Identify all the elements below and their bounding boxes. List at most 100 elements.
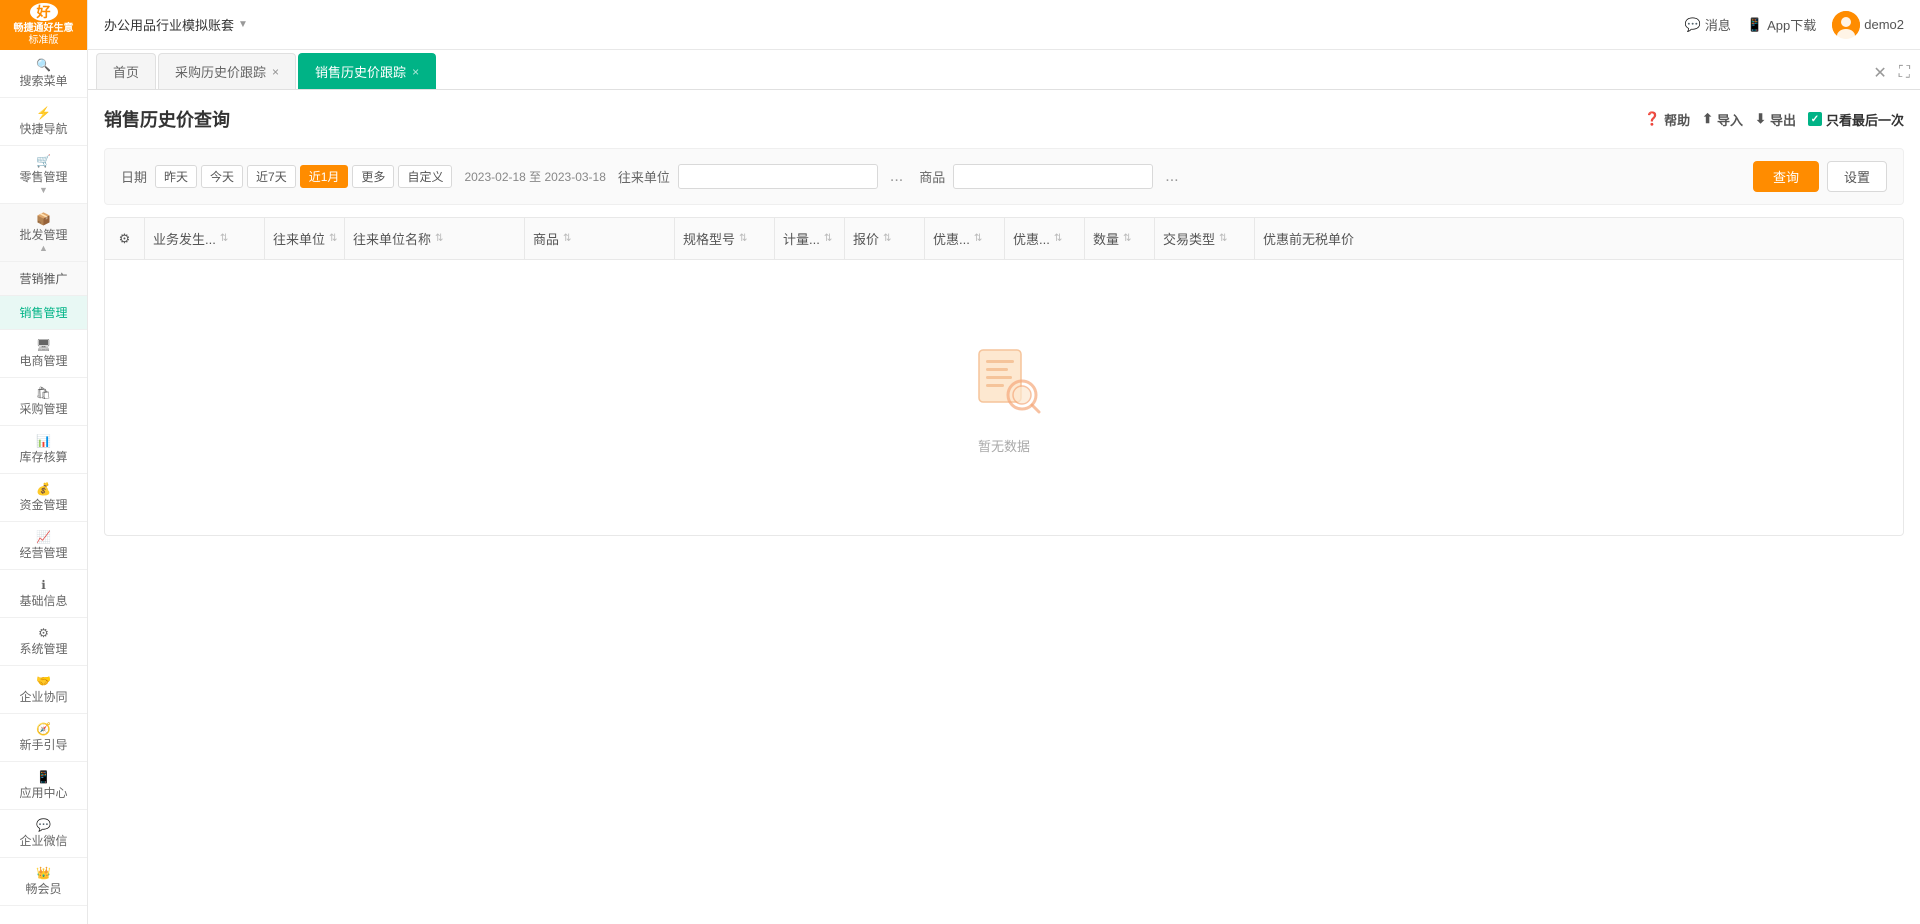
user-menu[interactable]: demo2: [1832, 11, 1904, 39]
messages-label: 消息: [1705, 15, 1731, 34]
sidebar-item-label: 批发管理: [19, 226, 67, 243]
tab-bar: 首页 采购历史价跟踪 × 销售历史价跟踪 × ✕ ⛶: [88, 50, 1920, 90]
sidebar-item-purchase[interactable]: 🛍 采购管理: [0, 378, 87, 426]
filter-bar: 日期 昨天 今天 近7天 近1月 更多 自定义 2023-02-18 至 202…: [104, 148, 1904, 205]
sort-icon: ⇅: [739, 233, 747, 244]
finance-icon: 💰: [36, 482, 51, 496]
sidebar-item-inventory[interactable]: 📊 库存核算: [0, 426, 87, 474]
download-icon: 📱: [1747, 17, 1763, 33]
tab-purchase-label: 采购历史价跟踪: [175, 62, 266, 81]
date-btn-custom[interactable]: 自定义: [398, 165, 452, 188]
help-button[interactable]: ❓ 帮助: [1644, 110, 1690, 129]
sidebar-item-guide[interactable]: 🧭 新手引导: [0, 714, 87, 762]
th-spec[interactable]: 规格型号 ⇅: [675, 218, 775, 259]
maximize-button[interactable]: ⛶: [1897, 62, 1912, 84]
th-calc[interactable]: 计量... ⇅: [775, 218, 845, 259]
th-price[interactable]: 报价 ⇅: [845, 218, 925, 259]
th-notax[interactable]: 优惠前无税单价: [1255, 218, 1903, 259]
app-download-label: App下载: [1767, 15, 1816, 34]
workspace-selector[interactable]: 办公用品行业模拟账套 ▼: [104, 15, 248, 34]
basic-icon: ℹ: [41, 578, 46, 592]
import-label: 导入: [1717, 110, 1743, 129]
sidebar-item-finance[interactable]: 💰 资金管理: [0, 474, 87, 522]
sidebar-item-operation[interactable]: 📈 经营管理: [0, 522, 87, 570]
sidebar-item-wholesale[interactable]: 📦 批发管理 ▲: [0, 204, 87, 262]
top-header: 办公用品行业模拟账套 ▼ 💬 消息 📱 App下载: [88, 0, 1920, 50]
page-title-actions: ❓ 帮助 ⬆ 导入 ⬇ 导出 ✓ 只看最后一次: [1644, 110, 1904, 129]
th-qty-label: 数量: [1093, 229, 1119, 248]
sidebar-item-ecommerce[interactable]: 🖥 电商管理: [0, 330, 87, 378]
sidebar-item-quick-nav[interactable]: ⚡ 快捷导航: [0, 98, 87, 146]
date-btn-last7days[interactable]: 近7天: [247, 165, 296, 188]
app-download-button[interactable]: 📱 App下载: [1747, 15, 1816, 34]
sort-icon: ⇅: [974, 233, 982, 244]
th-discount1[interactable]: 优惠... ⇅: [925, 218, 1005, 259]
th-unit[interactable]: 往来单位 ⇅: [265, 218, 345, 259]
date-btn-last1month[interactable]: 近1月: [300, 165, 349, 188]
sidebar-item-member[interactable]: 👑 畅会员: [0, 858, 87, 906]
enterprise-icon: 🤝: [36, 674, 51, 688]
sidebar-item-enterprise[interactable]: 🤝 企业协同: [0, 666, 87, 714]
close-tab-button[interactable]: ✕: [1871, 61, 1888, 85]
guide-icon: 🧭: [36, 722, 51, 736]
only-last-checkbox[interactable]: ✓ 只看最后一次: [1808, 110, 1904, 129]
tab-home-label: 首页: [113, 62, 139, 81]
sort-icon: ⇅: [824, 233, 832, 244]
data-table: ⚙ 业务发生... ⇅ 往来单位 ⇅ 往来单位名称 ⇅: [104, 217, 1904, 536]
tab-sales-history[interactable]: 销售历史价跟踪 ×: [298, 53, 436, 89]
goods-input[interactable]: [953, 164, 1153, 189]
sidebar-item-label: 新手引导: [19, 736, 67, 753]
th-qty[interactable]: 数量 ⇅: [1085, 218, 1155, 259]
import-button[interactable]: ⬆ 导入: [1702, 110, 1743, 129]
th-date[interactable]: 业务发生... ⇅: [145, 218, 265, 259]
chevron-up-icon: ▲: [39, 243, 48, 253]
th-unit-name[interactable]: 往来单位名称 ⇅: [345, 218, 525, 259]
tab-purchase-close-button[interactable]: ×: [272, 65, 279, 79]
sidebar-item-retail[interactable]: 🛒 零售管理 ▼: [0, 146, 87, 204]
partner-filter-group: 往来单位 ...: [618, 164, 907, 189]
search-icon: 🔍: [36, 58, 51, 72]
th-goods[interactable]: 商品 ⇅: [525, 218, 675, 259]
sidebar-item-app-center[interactable]: 📱 应用中心: [0, 762, 87, 810]
sidebar-item-sales-mgmt[interactable]: 销售管理: [0, 296, 87, 330]
tab-purchase-history[interactable]: 采购历史价跟踪 ×: [158, 53, 296, 89]
partner-dots[interactable]: ...: [886, 168, 907, 186]
th-settings[interactable]: ⚙: [105, 218, 145, 259]
query-button[interactable]: 查询: [1753, 161, 1819, 192]
member-icon: 👑: [36, 866, 51, 880]
tab-bar-left: 首页 采购历史价跟踪 × 销售历史价跟踪 ×: [96, 53, 436, 89]
tab-sales-label: 销售历史价跟踪: [315, 62, 406, 81]
sidebar-item-label: 电商管理: [19, 352, 67, 369]
date-btn-more[interactable]: 更多: [352, 165, 394, 188]
tab-sales-close-button[interactable]: ×: [412, 65, 419, 79]
sidebar-item-basic[interactable]: ℹ 基础信息: [0, 570, 87, 618]
partner-input[interactable]: [678, 164, 878, 189]
th-discount2[interactable]: 优惠... ⇅: [1005, 218, 1085, 259]
settings-button[interactable]: 设置: [1827, 161, 1887, 192]
tab-home[interactable]: 首页: [96, 53, 156, 89]
wechat-icon: 💬: [36, 818, 51, 832]
message-icon: 💬: [1685, 17, 1701, 33]
date-btn-today[interactable]: 今天: [201, 165, 243, 188]
sidebar: 好 畅捷通好生意标准版 🔍 搜索菜单 ⚡ 快捷导航 🛒 零售管理 ▼ 📦 批发管…: [0, 0, 88, 924]
main-area: 办公用品行业模拟账套 ▼ 💬 消息 📱 App下载: [88, 0, 1920, 924]
quick-nav-icon: ⚡: [36, 106, 51, 120]
page-title-bar: 销售历史价查询 ❓ 帮助 ⬆ 导入 ⬇ 导出 ✓: [104, 106, 1904, 132]
th-trade[interactable]: 交易类型 ⇅: [1155, 218, 1255, 259]
page-content: 销售历史价查询 ❓ 帮助 ⬆ 导入 ⬇ 导出 ✓: [88, 90, 1920, 924]
goods-filter-group: 商品 ...: [919, 164, 1182, 189]
goods-dots[interactable]: ...: [1161, 168, 1182, 186]
th-trade-label: 交易类型: [1163, 229, 1215, 248]
sidebar-item-label: 搜索菜单: [19, 72, 67, 89]
date-btn-yesterday[interactable]: 昨天: [155, 165, 197, 188]
sidebar-item-label: 经营管理: [19, 544, 67, 561]
settings-icon: ⚙: [119, 231, 131, 247]
export-button[interactable]: ⬇ 导出: [1755, 110, 1796, 129]
sidebar-item-wechat[interactable]: 💬 企业微信: [0, 810, 87, 858]
sidebar-item-label: 企业协同: [19, 688, 67, 705]
sidebar-item-system[interactable]: ⚙ 系统管理: [0, 618, 87, 666]
sidebar-item-search[interactable]: 🔍 搜索菜单: [0, 50, 87, 98]
messages-button[interactable]: 💬 消息: [1685, 15, 1731, 34]
th-price-label: 报价: [853, 229, 879, 248]
sidebar-item-marketing[interactable]: 营销推广: [0, 262, 87, 296]
